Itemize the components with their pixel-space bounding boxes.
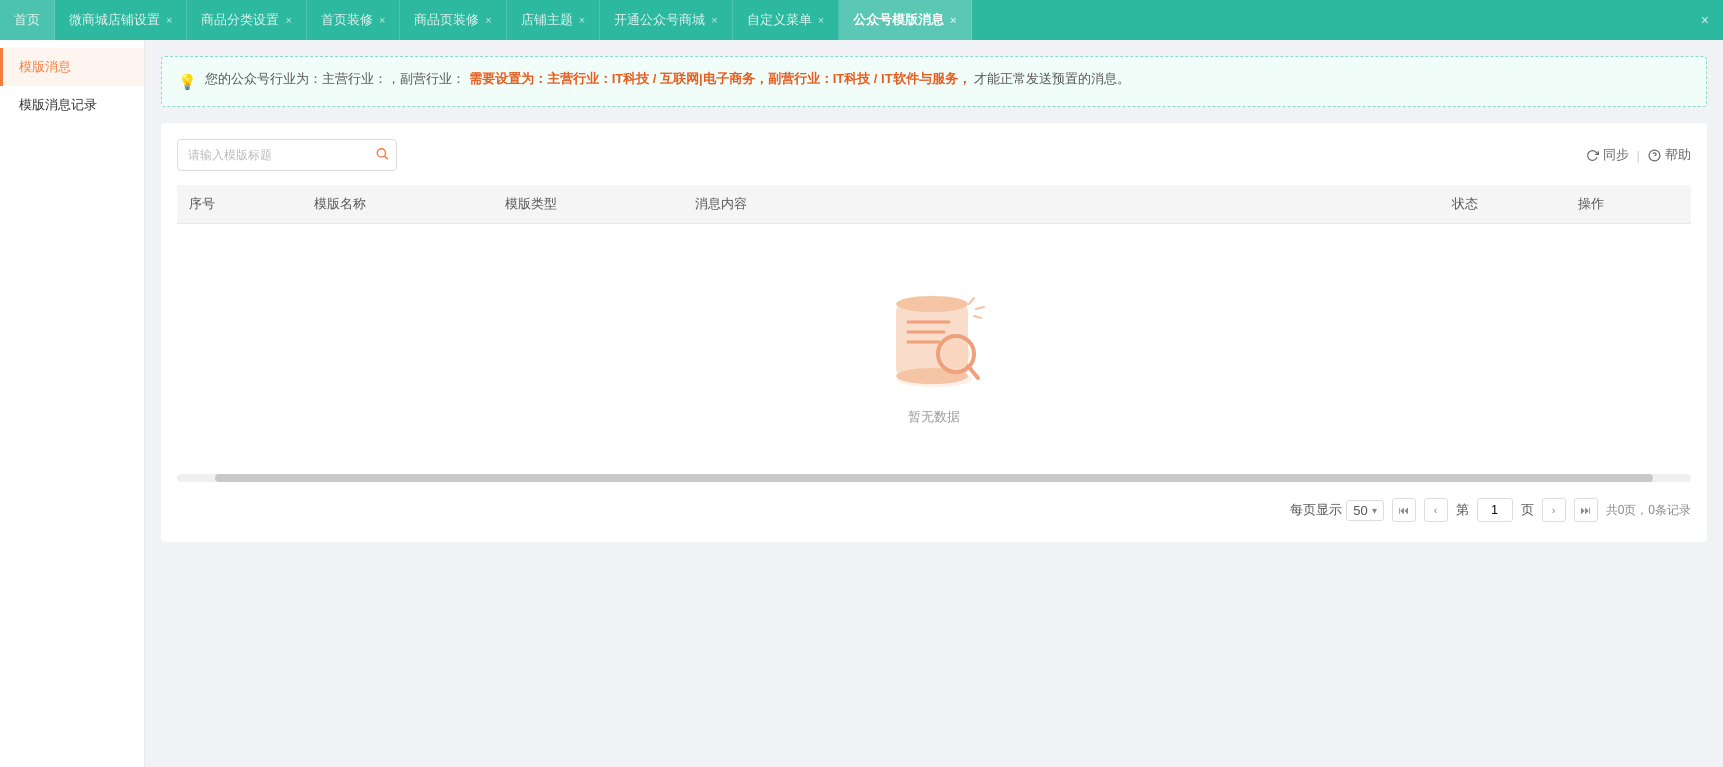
- svg-line-1: [385, 156, 388, 159]
- tab-home-label: 首页: [14, 11, 40, 29]
- empty-state: 暂无数据: [177, 224, 1691, 466]
- pagination-row: 每页显示 50 ▾ ⏮ ‹ 第 页 › ⏭ 共0页，0条记录: [177, 490, 1691, 526]
- notice-icon: 💡: [178, 70, 197, 94]
- data-table: 序号 模版名称 模版类型 消息内容 状态 操作: [177, 185, 1691, 224]
- total-info: 共0页，0条记录: [1606, 502, 1691, 519]
- horizontal-scrollbar[interactable]: [177, 474, 1691, 482]
- tab-shop-theme-label: 店铺主题: [521, 11, 573, 29]
- toolbar-divider: |: [1637, 148, 1640, 163]
- help-button[interactable]: 帮助: [1648, 146, 1691, 164]
- close-shop-theme[interactable]: ×: [579, 15, 585, 26]
- svg-point-0: [377, 149, 385, 157]
- sidebar-item-template-msg[interactable]: 模版消息: [0, 48, 144, 86]
- tab-template-msg[interactable]: 公众号模版消息 ×: [839, 0, 971, 40]
- notice-text: 您的公众号行业为：主营行业：，副营行业： 需要设置为：主营行业：IT科技 / 互…: [205, 69, 1130, 90]
- page-size-box[interactable]: 50 ▾: [1346, 500, 1383, 521]
- close-template-msg[interactable]: ×: [950, 15, 956, 26]
- tab-micro-shop-label: 微商城店铺设置: [69, 11, 160, 29]
- tab-category-label: 商品分类设置: [201, 11, 279, 29]
- close-open-mall[interactable]: ×: [711, 15, 717, 26]
- col-status: 状态: [1440, 185, 1565, 224]
- main-card: 同步 | 帮助: [161, 123, 1707, 542]
- col-action: 操作: [1566, 185, 1691, 224]
- global-close-button[interactable]: ×: [1687, 12, 1723, 28]
- svg-point-6: [896, 296, 968, 312]
- col-content: 消息内容: [683, 185, 1440, 224]
- scroll-thumb: [215, 474, 1653, 482]
- svg-point-12: [942, 340, 970, 368]
- close-product-deco[interactable]: ×: [485, 15, 491, 26]
- main-layout: 模版消息 模版消息记录 💡 您的公众号行业为：主营行业：，副营行业： 需要设置为…: [0, 40, 1723, 767]
- empty-illustration: [874, 284, 994, 394]
- next-page-button[interactable]: ›: [1542, 498, 1566, 522]
- page-label: 第: [1456, 501, 1469, 519]
- tab-category[interactable]: 商品分类设置 ×: [187, 0, 306, 40]
- sync-icon: [1586, 149, 1599, 162]
- tab-micro-shop[interactable]: 微商城店铺设置 ×: [55, 0, 187, 40]
- search-row: 同步 | 帮助: [177, 139, 1691, 171]
- close-homepage-deco[interactable]: ×: [379, 15, 385, 26]
- tab-product-deco[interactable]: 商品页装修 ×: [400, 0, 506, 40]
- search-input[interactable]: [177, 139, 397, 171]
- empty-text: 暂无数据: [908, 408, 960, 426]
- sync-button[interactable]: 同步: [1586, 146, 1629, 164]
- tab-product-deco-label: 商品页装修: [414, 11, 479, 29]
- page-number-input[interactable]: [1477, 498, 1513, 522]
- close-micro-shop[interactable]: ×: [166, 15, 172, 26]
- tab-homepage-deco-label: 首页装修: [321, 11, 373, 29]
- table-head: 序号 模版名称 模版类型 消息内容 状态 操作: [177, 185, 1691, 224]
- svg-line-16: [974, 316, 981, 318]
- last-page-button[interactable]: ⏭: [1574, 498, 1598, 522]
- table-wrap: 序号 模版名称 模版类型 消息内容 状态 操作: [177, 185, 1691, 490]
- search-button[interactable]: [375, 147, 389, 164]
- close-custom-menu[interactable]: ×: [818, 15, 824, 26]
- notice-box: 💡 您的公众号行业为：主营行业：，副营行业： 需要设置为：主营行业：IT科技 /…: [161, 56, 1707, 107]
- first-page-button[interactable]: ⏮: [1392, 498, 1416, 522]
- tab-shop-theme[interactable]: 店铺主题 ×: [507, 0, 600, 40]
- sidebar: 模版消息 模版消息记录: [0, 40, 145, 767]
- search-wrap: [177, 139, 397, 171]
- tab-homepage-deco[interactable]: 首页装修 ×: [307, 0, 400, 40]
- help-icon: [1648, 149, 1661, 162]
- tab-open-mall-label: 开通公众号商城: [614, 11, 705, 29]
- content-area: 💡 您的公众号行业为：主营行业：，副营行业： 需要设置为：主营行业：IT科技 /…: [145, 40, 1723, 767]
- tab-custom-menu-label: 自定义菜单: [747, 11, 812, 29]
- chevron-down-icon: ▾: [1372, 505, 1377, 516]
- tab-custom-menu[interactable]: 自定义菜单 ×: [733, 0, 839, 40]
- top-nav: 首页 微商城店铺设置 × 商品分类设置 × 首页装修 × 商品页装修 × 店铺主…: [0, 0, 1723, 40]
- tab-home[interactable]: 首页: [0, 0, 55, 40]
- page-size-value: 50: [1353, 503, 1367, 518]
- page-unit: 页: [1521, 501, 1534, 519]
- sidebar-item-template-record[interactable]: 模版消息记录: [0, 86, 144, 124]
- page-size-selector: 每页显示 50 ▾: [1290, 500, 1383, 521]
- toolbar-right: 同步 | 帮助: [1586, 146, 1691, 164]
- tab-open-mall[interactable]: 开通公众号商城 ×: [600, 0, 732, 40]
- col-name: 模版名称: [302, 185, 493, 224]
- close-category[interactable]: ×: [285, 15, 291, 26]
- col-type: 模版类型: [493, 185, 684, 224]
- page-size-label: 每页显示: [1290, 501, 1342, 519]
- prev-page-button[interactable]: ‹: [1424, 498, 1448, 522]
- tab-template-msg-label: 公众号模版消息: [853, 11, 944, 29]
- col-index: 序号: [177, 185, 302, 224]
- svg-line-15: [976, 307, 984, 309]
- svg-line-14: [969, 298, 974, 304]
